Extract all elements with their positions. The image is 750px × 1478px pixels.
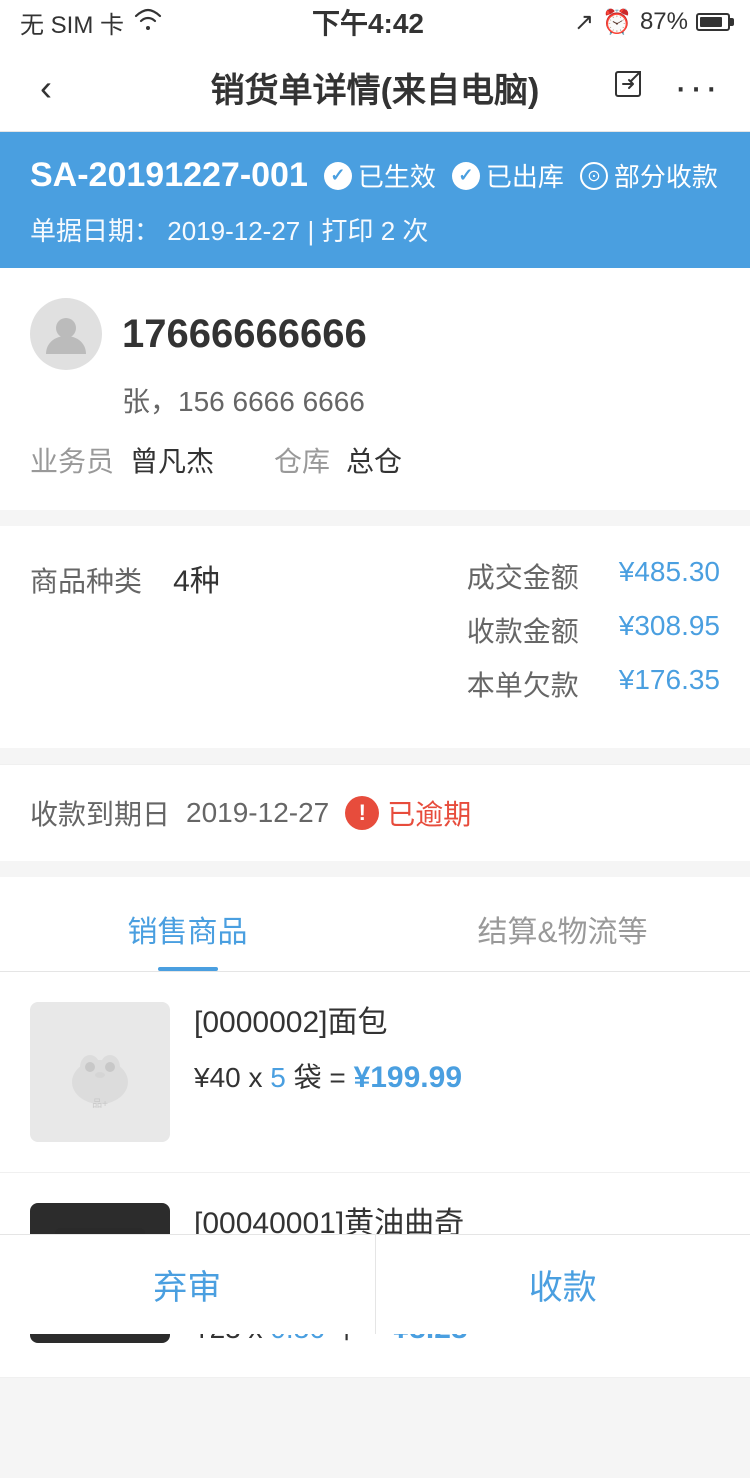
customer-row: 17666666666 — [30, 298, 720, 370]
total-1: ¥199.99 — [354, 1061, 462, 1094]
unit-1: 袋 = — [294, 1062, 354, 1093]
warehouse-label: 仓库 — [274, 440, 330, 480]
price-1: ¥40 — [194, 1062, 241, 1093]
sales-info: 业务员 曾凡杰 — [30, 440, 214, 480]
summary-left: 商品种类 4种 — [30, 556, 220, 608]
order-id: SA-20191227-001 — [30, 156, 308, 195]
status-time: 下午4:42 — [312, 2, 424, 42]
status-right: ↗ ⏰ 87% — [574, 8, 730, 37]
sales-label: 业务员 — [30, 440, 114, 480]
location-icon: ↗ — [574, 8, 594, 37]
owed-amount-row: 本单欠款 ¥176.35 — [467, 664, 720, 704]
share-icon[interactable] — [612, 68, 644, 108]
status-bar: 无 SIM 卡 下午4:42 ↗ ⏰ 87% — [0, 0, 750, 44]
order-id-row: SA-20191227-001 ✓ 已生效 ✓ 已出库 ⊙ 部分收款 — [30, 156, 720, 195]
svg-text:品+: 品+ — [92, 1098, 108, 1110]
order-header: SA-20191227-001 ✓ 已生效 ✓ 已出库 ⊙ 部分收款 单据日期：… — [0, 132, 750, 268]
received-label: 收款金额 — [467, 610, 579, 650]
back-button[interactable]: ‹ — [30, 57, 62, 119]
carrier-text: 无 SIM 卡 — [20, 5, 124, 40]
category-row: 商品种类 4种 — [30, 556, 220, 600]
date-label: 单据日期： — [30, 216, 160, 246]
nav-actions: ··· — [612, 65, 720, 110]
battery-text: 87% — [640, 8, 688, 36]
order-date: 2019-12-27 — [167, 216, 300, 246]
separator: | — [307, 216, 321, 246]
status-effective: ✓ 已生效 — [324, 157, 436, 194]
bottom-bar: 弃审 收款 — [0, 1234, 750, 1334]
overdue-text: 已逾期 — [387, 793, 471, 833]
warehouse-value: 总仓 — [346, 440, 402, 480]
warehouse-info: 仓库 总仓 — [274, 440, 402, 480]
avatar — [30, 298, 102, 370]
check-shipped-icon: ✓ — [452, 162, 480, 190]
product-price-1: ¥40 x 5 袋 = ¥199.99 — [194, 1056, 720, 1096]
order-date-row: 单据日期： 2019-12-27 | 打印 2 次 — [30, 211, 720, 248]
battery-icon — [696, 13, 730, 31]
tab-sales-products[interactable]: 销售商品 — [0, 877, 375, 971]
tabs-bar: 销售商品 结算&物流等 — [0, 877, 750, 972]
product-info-1: [0000002]面包 ¥40 x 5 袋 = ¥199.99 — [194, 1002, 720, 1096]
product-image-1: 品+ — [30, 1002, 170, 1142]
status-shipped-text: 已出库 — [486, 157, 564, 194]
customer-info-row: 业务员 曾凡杰 仓库 总仓 — [30, 440, 720, 480]
overdue-icon: ! — [345, 796, 379, 830]
multiply-1: x — [249, 1062, 271, 1093]
sales-value: 曾凡杰 — [130, 440, 214, 480]
nav-bar: ‹ 销货单详情(来自电脑) ··· — [0, 44, 750, 132]
status-left: 无 SIM 卡 — [20, 5, 162, 40]
alarm-icon: ⏰ — [602, 8, 632, 37]
section-gap — [0, 861, 750, 877]
due-date: 2019-12-27 — [186, 797, 329, 829]
page-title: 销货单详情(来自电脑) — [211, 63, 540, 112]
overdue-badge: ! 已逾期 — [345, 793, 471, 833]
status-effective-text: 已生效 — [358, 157, 436, 194]
summary-section: 商品种类 4种 成交金额 ¥485.30 收款金额 ¥308.95 本单欠款 ¥… — [0, 526, 750, 748]
deal-amount-label: 成交金额 — [467, 556, 579, 596]
owed-value: ¥176.35 — [619, 664, 720, 704]
status-shipped: ✓ 已出库 — [452, 157, 564, 194]
qty-1: 5 — [270, 1062, 286, 1093]
check-effective-icon: ✓ — [324, 162, 352, 190]
received-value: ¥308.95 — [619, 610, 720, 650]
summary-right: 成交金额 ¥485.30 收款金额 ¥308.95 本单欠款 ¥176.35 — [467, 556, 720, 718]
status-partial: ⊙ 部分收款 — [580, 157, 718, 194]
received-amount-row: 收款金额 ¥308.95 — [467, 610, 720, 650]
collect-button[interactable]: 收款 — [376, 1235, 750, 1334]
abandon-button[interactable]: 弃审 — [0, 1235, 376, 1334]
due-section: 收款到期日 2019-12-27 ! 已逾期 — [0, 764, 750, 861]
wifi-icon — [134, 8, 162, 37]
customer-phone: 17666666666 — [122, 312, 367, 357]
clock-partial-icon: ⊙ — [580, 162, 608, 190]
due-label: 收款到期日 — [30, 793, 170, 833]
product-name-1: [0000002]面包 — [194, 1002, 720, 1044]
category-label: 商品种类 — [30, 566, 142, 597]
more-icon[interactable]: ··· — [674, 65, 720, 110]
deal-amount-row: 成交金额 ¥485.30 — [467, 556, 720, 596]
tab-settlement[interactable]: 结算&物流等 — [375, 877, 750, 971]
print-info: 打印 2 次 — [321, 216, 428, 246]
category-count: 4种 — [173, 565, 220, 598]
deal-amount-value: ¥485.30 — [619, 556, 720, 596]
status-partial-text: 部分收款 — [614, 157, 718, 194]
product-item: 品+ [0000002]面包 ¥40 x 5 袋 = ¥199.99 — [0, 972, 750, 1173]
customer-section: 17666666666 张，156 6666 6666 业务员 曾凡杰 仓库 总… — [0, 268, 750, 510]
customer-name-phone: 张，156 6666 6666 — [30, 380, 720, 420]
owed-label: 本单欠款 — [467, 664, 579, 704]
